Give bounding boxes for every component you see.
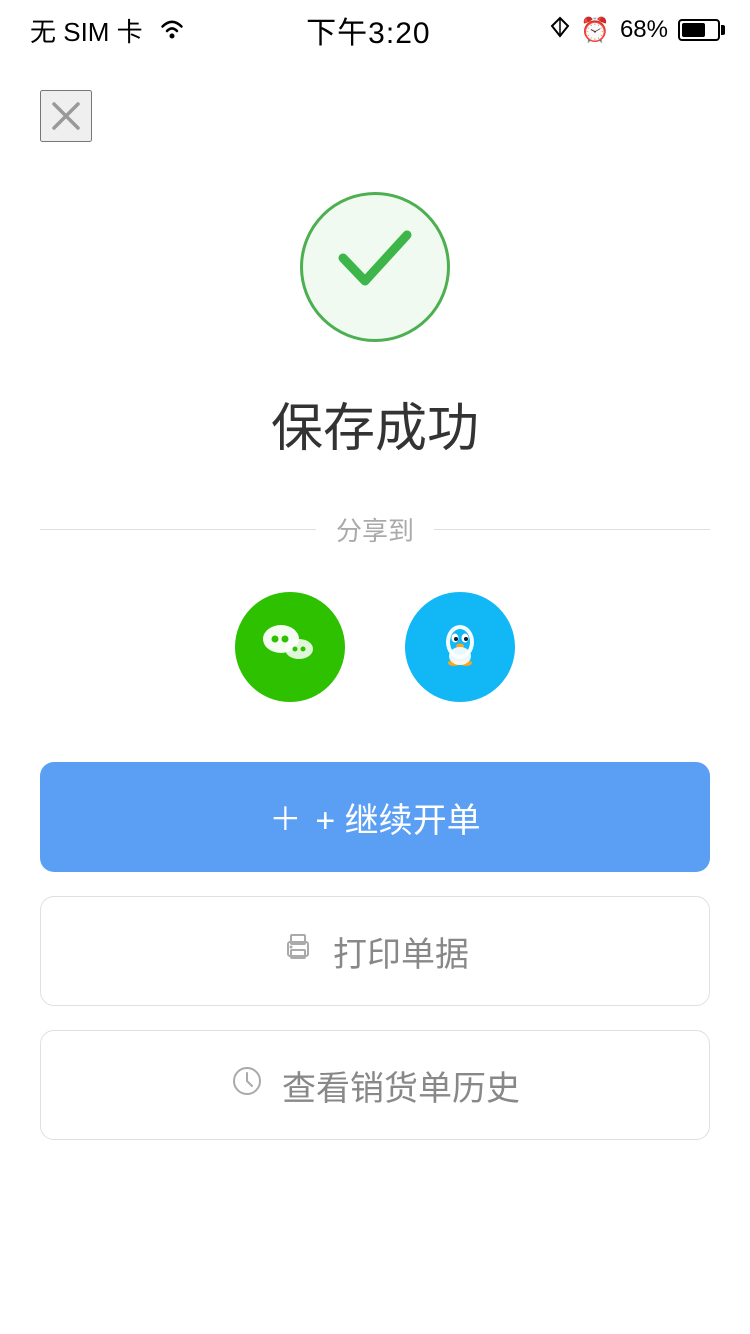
continue-button[interactable]: ＋ + 继续开单 (40, 762, 710, 872)
continue-plus-icon: ＋ (269, 794, 301, 840)
wifi-icon (157, 15, 187, 46)
continue-label: + 继续开单 (315, 793, 480, 842)
history-button[interactable]: 查看销货单历史 (40, 1030, 710, 1140)
share-label: 分享到 (336, 511, 414, 548)
alarm-icon: ⏰ (580, 16, 610, 45)
success-circle (300, 192, 450, 342)
battery-indicator (678, 19, 720, 41)
share-icons-row (235, 592, 515, 702)
history-icon (230, 1064, 264, 1107)
location-icon (550, 16, 570, 45)
qq-share-button[interactable] (405, 592, 515, 702)
wechat-share-button[interactable] (235, 592, 345, 702)
status-right: ⏰ 68% (550, 16, 720, 45)
print-button[interactable]: 打印单据 (40, 896, 710, 1006)
success-title: 保存成功 (271, 386, 479, 461)
no-sim-text: 无 SIM 卡 (30, 12, 143, 49)
share-divider: 分享到 (40, 511, 710, 548)
close-icon (48, 98, 84, 134)
status-time: 下午3:20 (306, 8, 430, 52)
main-content: 保存成功 分享到 (0, 60, 750, 1164)
status-left: 无 SIM 卡 (30, 12, 187, 49)
checkmark-icon (335, 223, 415, 305)
battery-text: 68% (620, 16, 668, 44)
print-label: 打印单据 (333, 927, 469, 976)
divider-right (434, 529, 710, 530)
print-icon (281, 930, 315, 973)
divider-left (40, 529, 316, 530)
history-label: 查看销货单历史 (282, 1061, 520, 1110)
status-bar: 无 SIM 卡 下午3:20 ⏰ 68% (0, 0, 750, 60)
close-button[interactable] (40, 90, 92, 142)
